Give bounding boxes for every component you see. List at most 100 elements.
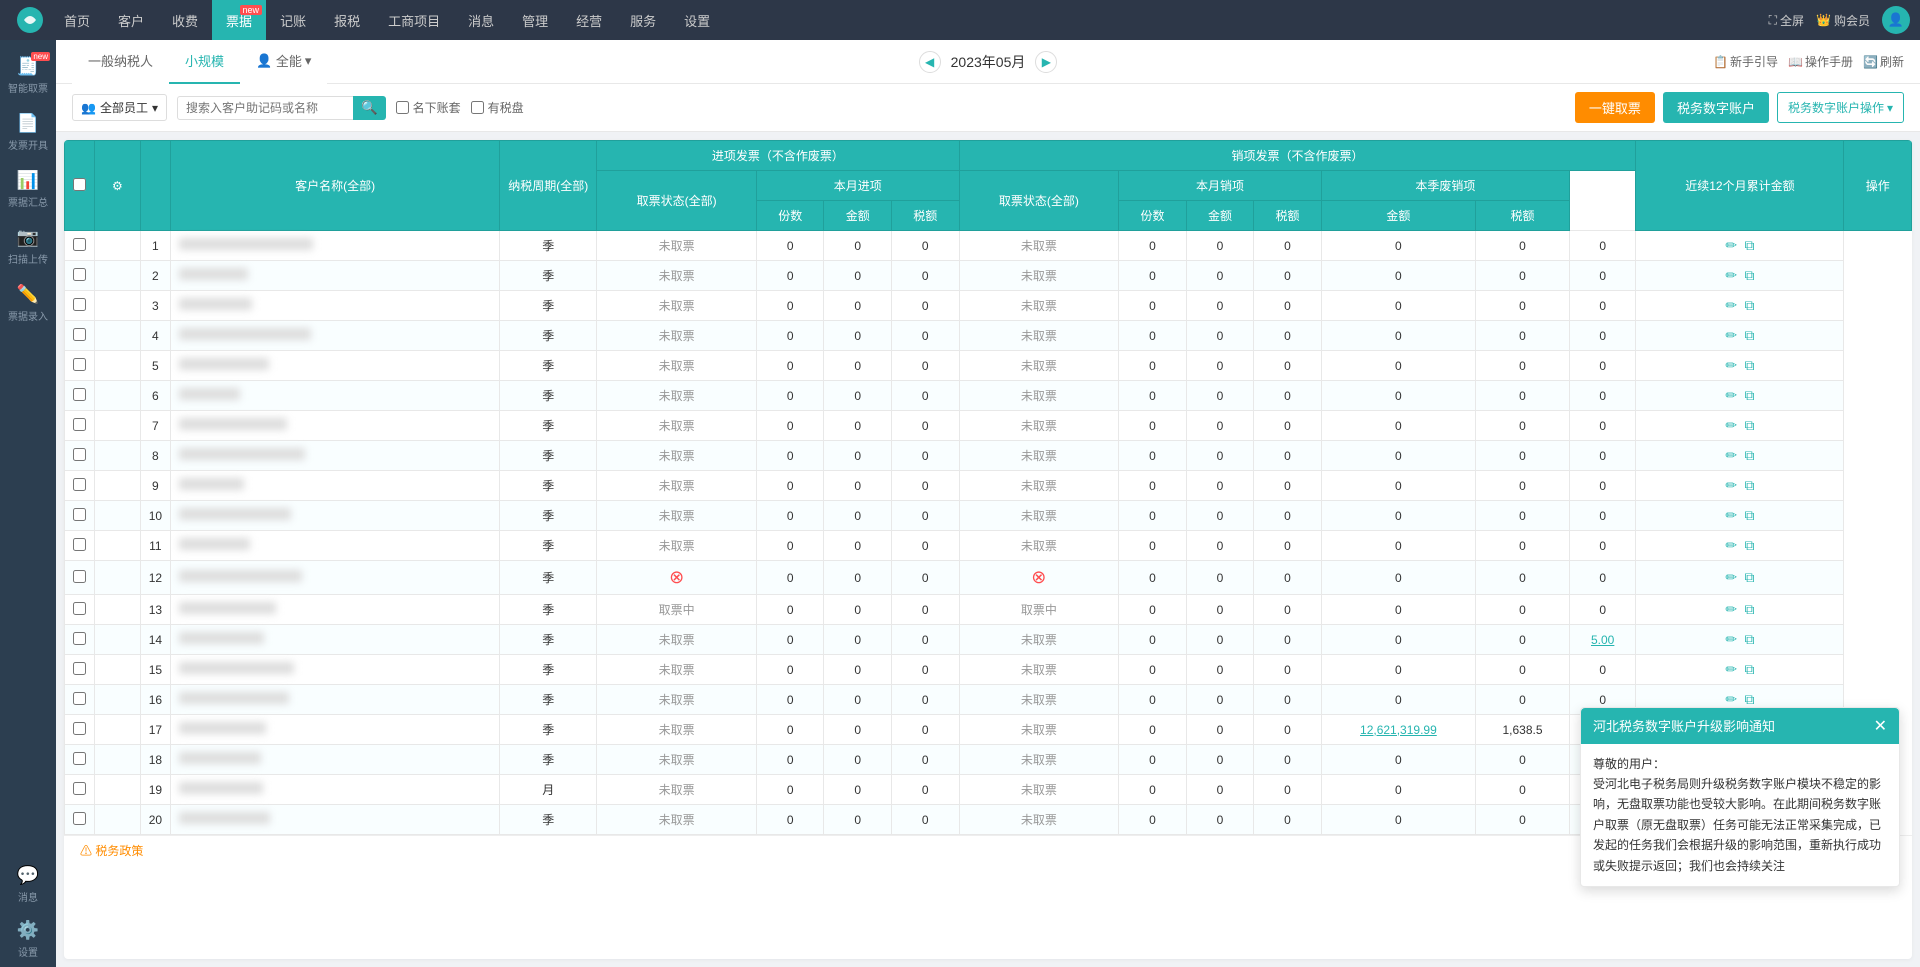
edit-btn-9[interactable]: ✏	[1725, 477, 1737, 493]
copy-btn-13[interactable]: ⧉	[1744, 601, 1754, 617]
tab-general[interactable]: 一般纳税人	[72, 40, 169, 84]
user-avatar[interactable]: 👤	[1882, 6, 1910, 34]
fullscreen-btn[interactable]: ⛶ 全屏	[1769, 12, 1804, 29]
row-check-11[interactable]	[65, 531, 95, 561]
row-check-1[interactable]	[65, 231, 95, 261]
row-check-12[interactable]	[65, 561, 95, 595]
row-check-7[interactable]	[65, 411, 95, 441]
row-check-20[interactable]	[65, 805, 95, 835]
employee-select[interactable]: 👥 全部员工 ▾	[72, 94, 167, 121]
th-sales-status[interactable]: 取票状态(全部)	[959, 171, 1119, 231]
manual-btn[interactable]: 📖 操作手册	[1788, 53, 1853, 70]
nav-accounting[interactable]: 记账	[266, 0, 320, 40]
edit-btn-16[interactable]: ✏	[1725, 691, 1737, 707]
refresh-btn[interactable]: 🔄 刷新	[1863, 53, 1904, 70]
nav-manage[interactable]: 管理	[508, 0, 562, 40]
checkbox-account[interactable]: 名下账套	[396, 99, 461, 116]
copy-btn-16[interactable]: ⧉	[1744, 691, 1754, 707]
edit-btn-15[interactable]: ✏	[1725, 661, 1737, 677]
checkbox-account-input[interactable]	[396, 101, 409, 114]
row-check-6[interactable]	[65, 381, 95, 411]
row-red-tax-8: 0	[1476, 441, 1570, 471]
edit-btn-11[interactable]: ✏	[1725, 537, 1737, 553]
nav-customer[interactable]: 客户	[104, 0, 158, 40]
tax-account-btn[interactable]: 税务数字账户	[1663, 92, 1769, 123]
row-check-13[interactable]	[65, 595, 95, 625]
edit-btn-8[interactable]: ✏	[1725, 447, 1737, 463]
copy-btn-12[interactable]: ⧉	[1744, 569, 1754, 585]
nav-business[interactable]: 工商项目	[374, 0, 454, 40]
copy-btn-1[interactable]: ⧉	[1744, 237, 1754, 253]
edit-btn-1[interactable]: ✏	[1725, 237, 1737, 253]
copy-btn-11[interactable]: ⧉	[1744, 537, 1754, 553]
edit-btn-3[interactable]: ✏	[1725, 297, 1737, 313]
row-check-2[interactable]	[65, 261, 95, 291]
sidebar-item-invoice-open[interactable]: 📄 发票开具	[0, 105, 56, 160]
copy-btn-9[interactable]: ⧉	[1744, 477, 1754, 493]
nav-home[interactable]: 首页	[50, 0, 104, 40]
edit-btn-10[interactable]: ✏	[1725, 507, 1737, 523]
tab-all[interactable]: 👤 全能 ▾	[240, 40, 327, 84]
th-income-status[interactable]: 取票状态(全部)	[597, 171, 757, 231]
th-name[interactable]: 客户名称(全部)	[171, 141, 500, 231]
row-check-15[interactable]	[65, 655, 95, 685]
checkbox-taxdisk[interactable]: 有税盘	[471, 99, 524, 116]
row-check-3[interactable]	[65, 291, 95, 321]
row-check-10[interactable]	[65, 501, 95, 531]
edit-btn-4[interactable]: ✏	[1725, 327, 1737, 343]
copy-btn-2[interactable]: ⧉	[1744, 267, 1754, 283]
edit-btn-6[interactable]: ✏	[1725, 387, 1737, 403]
nav-message[interactable]: 消息	[454, 0, 508, 40]
tax-account-ops-btn[interactable]: 税务数字账户操作 ▾	[1777, 92, 1904, 123]
copy-btn-7[interactable]: ⧉	[1744, 417, 1754, 433]
nav-service[interactable]: 服务	[616, 0, 670, 40]
select-all-checkbox[interactable]	[73, 178, 86, 191]
sidebar-item-message[interactable]: 💬 消息	[0, 857, 56, 912]
copy-btn-3[interactable]: ⧉	[1744, 297, 1754, 313]
edit-btn-7[interactable]: ✏	[1725, 417, 1737, 433]
nav-settings[interactable]: 设置	[670, 0, 724, 40]
row-check-8[interactable]	[65, 441, 95, 471]
row-check-9[interactable]	[65, 471, 95, 501]
nav-operate[interactable]: 经营	[562, 0, 616, 40]
edit-btn-2[interactable]: ✏	[1725, 267, 1737, 283]
tab-small[interactable]: 小规模	[169, 40, 240, 84]
row-check-5[interactable]	[65, 351, 95, 381]
sidebar-item-summary[interactable]: 📊 票据汇总	[0, 162, 56, 217]
checkbox-taxdisk-input[interactable]	[471, 101, 484, 114]
sidebar-item-scan[interactable]: 📷 扫描上传	[0, 219, 56, 274]
edit-btn-12[interactable]: ✏	[1725, 569, 1737, 585]
row-check-18[interactable]	[65, 745, 95, 775]
edit-btn-13[interactable]: ✏	[1725, 601, 1737, 617]
copy-btn-8[interactable]: ⧉	[1744, 447, 1754, 463]
new-guide-btn[interactable]: 📋 新手引导	[1713, 53, 1778, 70]
th-period[interactable]: 纳税周期(全部)	[500, 141, 597, 231]
nav-tax[interactable]: 报税	[320, 0, 374, 40]
notif-close-btn[interactable]: ✕	[1874, 716, 1887, 736]
search-input[interactable]	[177, 96, 357, 120]
row-check-17[interactable]	[65, 715, 95, 745]
row-check-19[interactable]	[65, 775, 95, 805]
date-next-btn[interactable]: ▶	[1035, 51, 1057, 73]
row-check-14[interactable]	[65, 625, 95, 655]
nav-invoice[interactable]: 票据 new	[212, 0, 266, 40]
row-check-16[interactable]	[65, 685, 95, 715]
edit-btn-14[interactable]: ✏	[1725, 631, 1737, 647]
copy-btn-14[interactable]: ⧉	[1744, 631, 1754, 647]
sidebar-item-smart-ticket[interactable]: 🧾 智能取票 new	[0, 48, 56, 103]
row-check-4[interactable]	[65, 321, 95, 351]
date-prev-btn[interactable]: ◀	[919, 51, 941, 73]
vip-btn[interactable]: 👑 购会员	[1816, 12, 1870, 29]
edit-btn-5[interactable]: ✏	[1725, 357, 1737, 373]
nav-fee[interactable]: 收费	[158, 0, 212, 40]
copy-btn-15[interactable]: ⧉	[1744, 661, 1754, 677]
copy-btn-4[interactable]: ⧉	[1744, 327, 1754, 343]
copy-btn-5[interactable]: ⧉	[1744, 357, 1754, 373]
fetch-ticket-btn[interactable]: 一键取票	[1575, 92, 1655, 123]
tax-policy-link[interactable]: ⚠ 税务政策	[80, 842, 143, 859]
sidebar-item-entry[interactable]: ✏️ 票据录入	[0, 276, 56, 331]
sidebar-item-config[interactable]: ⚙️ 设置	[0, 912, 56, 967]
copy-btn-10[interactable]: ⧉	[1744, 507, 1754, 523]
search-btn[interactable]: 🔍	[353, 96, 386, 120]
copy-btn-6[interactable]: ⧉	[1744, 387, 1754, 403]
